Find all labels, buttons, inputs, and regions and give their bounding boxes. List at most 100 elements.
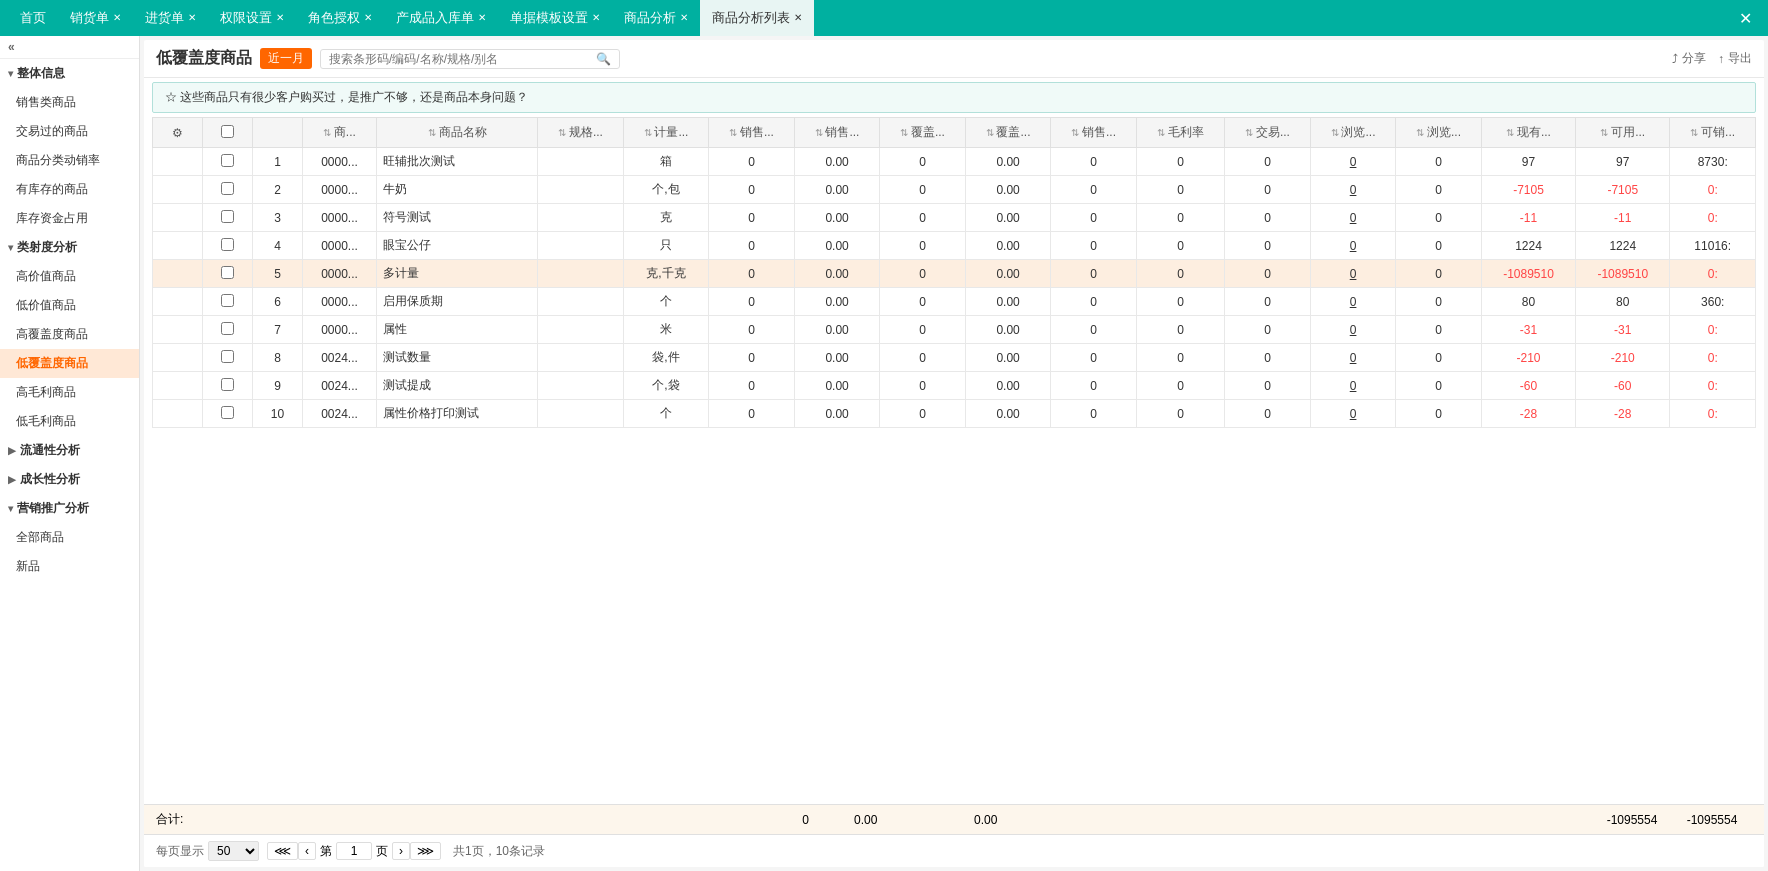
- spec-col-header[interactable]: 规格...: [538, 118, 624, 148]
- row-checkbox-cell[interactable]: [203, 260, 253, 288]
- sidebar-section-overall[interactable]: ▾ 整体信息: [0, 59, 139, 88]
- nav-permission[interactable]: 权限设置 ✕: [208, 0, 296, 36]
- sidebar-section-marketing[interactable]: ▾ 营销推广分析: [0, 494, 139, 523]
- available-col-header[interactable]: 可用...: [1576, 118, 1670, 148]
- row-browse1-cell[interactable]: 0: [1310, 176, 1396, 204]
- sidebar-section-flow[interactable]: ▶ 流通性分析: [0, 436, 139, 465]
- row-checkbox[interactable]: [221, 294, 234, 307]
- row-browse1-cell[interactable]: 0: [1310, 232, 1396, 260]
- browse-link[interactable]: 0: [1350, 379, 1357, 393]
- name-col-header[interactable]: 商品名称: [376, 118, 537, 148]
- browse-link[interactable]: 0: [1350, 239, 1357, 253]
- browse-link[interactable]: 0: [1350, 323, 1357, 337]
- sidebar-item-sales-goods[interactable]: 销售类商品: [0, 88, 139, 117]
- browse-link[interactable]: 0: [1350, 295, 1357, 309]
- unit-col-header[interactable]: 计量...: [623, 118, 709, 148]
- saleable-col-header[interactable]: 可销...: [1670, 118, 1756, 148]
- share-button[interactable]: ⤴ 分享: [1672, 50, 1706, 67]
- sidebar-item-high-coverage[interactable]: 高覆盖度商品: [0, 320, 139, 349]
- nav-sales[interactable]: 销货单 ✕: [58, 0, 133, 36]
- browse-link[interactable]: 0: [1350, 183, 1357, 197]
- sidebar-item-product-move[interactable]: 商品分类动销率: [0, 146, 139, 175]
- row-browse1-cell[interactable]: 0: [1310, 260, 1396, 288]
- code-col-header[interactable]: 商...: [303, 118, 377, 148]
- browse-link[interactable]: 0: [1350, 351, 1357, 365]
- nav-analysis-list[interactable]: 商品分析列表 ✕: [700, 0, 814, 36]
- sales-amt-col-header[interactable]: 销售...: [794, 118, 880, 148]
- sidebar-item-low-coverage[interactable]: 低覆盖度商品: [0, 349, 139, 378]
- sidebar-item-all-goods[interactable]: 全部商品: [0, 523, 139, 552]
- row-checkbox-cell[interactable]: [203, 176, 253, 204]
- prev-page-button[interactable]: ‹: [298, 842, 316, 860]
- sidebar-item-traded-goods[interactable]: 交易过的商品: [0, 117, 139, 146]
- sidebar-item-stock-money[interactable]: 库存资金占用: [0, 204, 139, 233]
- row-checkbox[interactable]: [221, 210, 234, 223]
- row-checkbox[interactable]: [221, 322, 234, 335]
- first-page-button[interactable]: ⋘: [267, 842, 298, 860]
- row-checkbox[interactable]: [221, 378, 234, 391]
- search-input[interactable]: [329, 52, 592, 66]
- row-checkbox-cell[interactable]: [203, 148, 253, 176]
- sidebar-item-high-value[interactable]: 高价值商品: [0, 262, 139, 291]
- nav-home[interactable]: 首页: [8, 0, 58, 36]
- sidebar-item-low-profit[interactable]: 低毛利商品: [0, 407, 139, 436]
- checkbox-col-header[interactable]: [203, 118, 253, 148]
- nav-template[interactable]: 单据模板设置 ✕: [498, 0, 612, 36]
- row-browse1-cell[interactable]: 0: [1310, 372, 1396, 400]
- export-button[interactable]: ↑ 导出: [1718, 50, 1752, 67]
- browse-link[interactable]: 0: [1350, 267, 1357, 281]
- row-checkbox-cell[interactable]: [203, 288, 253, 316]
- row-checkbox-cell[interactable]: [203, 400, 253, 428]
- browse-link[interactable]: 0: [1350, 407, 1357, 421]
- nav-warehouse[interactable]: 产成品入库单 ✕: [384, 0, 498, 36]
- row-browse1-cell[interactable]: 0: [1310, 288, 1396, 316]
- current-stock-col-header[interactable]: 现有...: [1481, 118, 1575, 148]
- sidebar-item-low-value[interactable]: 低价值商品: [0, 291, 139, 320]
- per-page-select[interactable]: 20 50 100: [208, 841, 259, 861]
- row-checkbox[interactable]: [221, 266, 234, 279]
- nav-analysis[interactable]: 商品分析 ✕: [612, 0, 700, 36]
- row-checkbox-cell[interactable]: [203, 204, 253, 232]
- period-button[interactable]: 近一月: [260, 48, 312, 69]
- row-checkbox-cell[interactable]: [203, 232, 253, 260]
- settings-col-header[interactable]: ⚙: [153, 118, 203, 148]
- last-page-button[interactable]: ⋙: [410, 842, 441, 860]
- sidebar-section-value[interactable]: ▾ 类射度分析: [0, 233, 139, 262]
- trade-col-header[interactable]: 交易...: [1225, 118, 1311, 148]
- nav-purchase[interactable]: 进货单 ✕: [133, 0, 208, 36]
- browse1-col-header[interactable]: 浏览...: [1310, 118, 1396, 148]
- coverage2-col-header[interactable]: 覆盖...: [965, 118, 1051, 148]
- row-checkbox-cell[interactable]: [203, 344, 253, 372]
- gross-rate-col-header[interactable]: 毛利率: [1136, 118, 1224, 148]
- page-input[interactable]: [336, 842, 372, 860]
- row-browse1-cell[interactable]: 0: [1310, 148, 1396, 176]
- sidebar-collapse-icon[interactable]: «: [8, 40, 15, 54]
- sidebar-item-high-profit[interactable]: 高毛利商品: [0, 378, 139, 407]
- nav-role[interactable]: 角色授权 ✕: [296, 0, 384, 36]
- row-checkbox[interactable]: [221, 238, 234, 251]
- select-all-checkbox[interactable]: [221, 125, 234, 138]
- row-checkbox[interactable]: [221, 154, 234, 167]
- row-checkbox-cell[interactable]: [203, 316, 253, 344]
- row-browse1-cell[interactable]: 0: [1310, 204, 1396, 232]
- row-checkbox[interactable]: [221, 406, 234, 419]
- row-checkbox[interactable]: [221, 350, 234, 363]
- close-all-button[interactable]: ✕: [1731, 9, 1760, 28]
- row-checkbox[interactable]: [221, 182, 234, 195]
- browse-link[interactable]: 0: [1350, 155, 1357, 169]
- sidebar-section-growth[interactable]: ▶ 成长性分析: [0, 465, 139, 494]
- row-browse1-cell[interactable]: 0: [1310, 344, 1396, 372]
- row-browse1-cell[interactable]: 0: [1310, 400, 1396, 428]
- search-icon[interactable]: 🔍: [596, 52, 611, 66]
- browse2-col-header[interactable]: 浏览...: [1396, 118, 1482, 148]
- sales-qty-col-header[interactable]: 销售...: [709, 118, 795, 148]
- sidebar-item-stock-goods[interactable]: 有库存的商品: [0, 175, 139, 204]
- row-browse1-cell[interactable]: 0: [1310, 316, 1396, 344]
- settings-icon[interactable]: ⚙: [172, 126, 183, 140]
- browse-link[interactable]: 0: [1350, 211, 1357, 225]
- row-checkbox-cell[interactable]: [203, 372, 253, 400]
- sales-x-col-header[interactable]: 销售...: [1051, 118, 1137, 148]
- next-page-button[interactable]: ›: [392, 842, 410, 860]
- sidebar-item-new-goods[interactable]: 新品: [0, 552, 139, 581]
- coverage1-col-header[interactable]: 覆盖...: [880, 118, 966, 148]
